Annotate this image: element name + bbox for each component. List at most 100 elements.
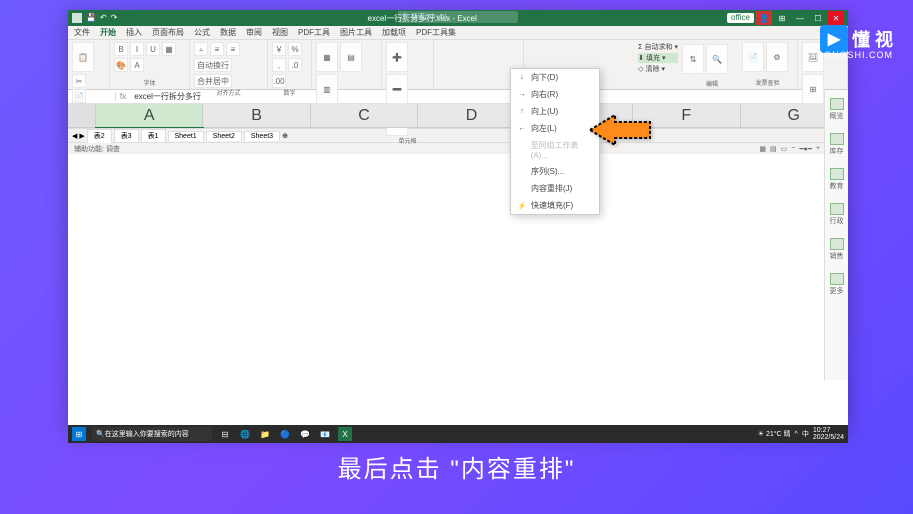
- merge-button[interactable]: 合并居中: [194, 74, 232, 88]
- start-button[interactable]: ⊞: [72, 427, 86, 441]
- sheet-tabs: ◀ ▶ 表2 表3 表1 Sheet1 Sheet2 Sheet3 ⊕: [68, 128, 848, 142]
- ime-icon[interactable]: 中: [802, 429, 809, 439]
- decimal-dec-icon[interactable]: .00: [272, 74, 286, 88]
- sheet-tab[interactable]: 表1: [141, 129, 166, 142]
- undo-icon[interactable]: ↶: [100, 13, 107, 23]
- currency-icon[interactable]: ￥: [272, 42, 286, 56]
- clock-time[interactable]: 10:27: [813, 427, 844, 434]
- fill-down[interactable]: ↓向下(D): [511, 69, 599, 86]
- excel-taskbar-icon[interactable]: X: [338, 427, 352, 441]
- topdf-button[interactable]: 📄: [742, 42, 764, 72]
- bold-icon[interactable]: B: [114, 42, 128, 56]
- menu-formula[interactable]: 公式: [194, 27, 210, 38]
- fill-button[interactable]: ⬇ 填充 ▾: [638, 53, 678, 63]
- weather-widget[interactable]: ☀ 21°C 晴: [758, 429, 791, 439]
- pdfset-button[interactable]: ⚙: [766, 42, 788, 72]
- menu-pdfset[interactable]: PDF工具集: [416, 27, 456, 38]
- clear-button[interactable]: ◇ 清除 ▾: [638, 64, 678, 74]
- fontcolor-icon[interactable]: A: [130, 58, 144, 72]
- wrap-button[interactable]: 自动换行: [194, 58, 232, 72]
- select-all-corner[interactable]: [68, 104, 96, 128]
- fillcolor-icon[interactable]: 🎨: [114, 58, 128, 72]
- menu-insert[interactable]: 插入: [126, 27, 142, 38]
- sheet-nav-prev-icon[interactable]: ◀: [72, 132, 77, 140]
- col-header-b[interactable]: B: [203, 104, 310, 127]
- minimize-icon[interactable]: —: [792, 11, 808, 25]
- side-overview[interactable]: 概览: [830, 98, 844, 121]
- fill-right[interactable]: →向右(R): [511, 86, 599, 103]
- autosum-button[interactable]: Σ 自动求和 ▾: [638, 42, 678, 52]
- sheet-tab[interactable]: Sheet1: [168, 131, 204, 141]
- underline-icon[interactable]: U: [146, 42, 160, 56]
- side-edu[interactable]: 教育: [830, 168, 844, 191]
- view-layout-icon[interactable]: ▤: [770, 145, 777, 153]
- menu-file[interactable]: 文件: [74, 27, 90, 38]
- align-left-icon[interactable]: ≡: [226, 42, 240, 56]
- col-header-a[interactable]: A: [96, 104, 203, 127]
- paste-button[interactable]: 📋: [72, 42, 94, 72]
- zoom-in-icon[interactable]: +: [816, 145, 820, 152]
- tray-up-icon[interactable]: ^: [795, 431, 798, 438]
- menu-layout[interactable]: 页面布局: [152, 27, 184, 38]
- border-icon[interactable]: ▦: [162, 42, 176, 56]
- percent-icon[interactable]: %: [288, 42, 302, 56]
- sheet-tab[interactable]: Sheet2: [206, 131, 242, 141]
- condformat-button[interactable]: ▦: [316, 42, 338, 72]
- new-sheet-icon[interactable]: ⊕: [282, 132, 288, 140]
- ribbon-options-icon[interactable]: ⊞: [774, 11, 790, 25]
- maximize-icon[interactable]: ☐: [810, 11, 826, 25]
- wechat-icon[interactable]: 💬: [298, 427, 312, 441]
- cellstyle-button[interactable]: ▥: [316, 74, 338, 104]
- fill-series[interactable]: 序列(S)...: [511, 163, 599, 180]
- app-icon[interactable]: 📧: [318, 427, 332, 441]
- view-break-icon[interactable]: ▭: [781, 145, 788, 153]
- zoom-out-icon[interactable]: −: [791, 145, 795, 152]
- task-view-icon[interactable]: ⊟: [218, 427, 232, 441]
- menu-addin[interactable]: 加载项: [382, 27, 406, 38]
- copy-icon[interactable]: 📄: [72, 89, 86, 103]
- cut-icon[interactable]: ✂: [72, 74, 86, 88]
- chrome-icon[interactable]: 🔵: [278, 427, 292, 441]
- arrow-left-icon: ←: [517, 124, 527, 134]
- comma-icon[interactable]: ,: [272, 58, 286, 72]
- user-icon[interactable]: 👤: [756, 11, 772, 25]
- redo-icon[interactable]: ↷: [111, 13, 118, 23]
- menu-pdf[interactable]: PDF工具: [298, 27, 330, 38]
- zoom-slider[interactable]: ━●━: [799, 145, 812, 153]
- clock-date[interactable]: 2022/5/24: [813, 434, 844, 441]
- align-top-icon[interactable]: ⫠: [194, 42, 208, 56]
- menu-data[interactable]: 数据: [220, 27, 236, 38]
- menu-pic[interactable]: 图片工具: [340, 27, 372, 38]
- sheet-tab[interactable]: 表3: [114, 129, 139, 142]
- save-icon[interactable]: 💾: [86, 13, 96, 23]
- view-normal-icon[interactable]: ▦: [759, 145, 766, 153]
- col-header-c[interactable]: C: [311, 104, 418, 127]
- menu-home[interactable]: 开始: [100, 27, 116, 38]
- find-button[interactable]: 🔍: [706, 44, 728, 74]
- side-more[interactable]: 更多: [830, 273, 844, 296]
- edge-icon[interactable]: 🌐: [238, 427, 252, 441]
- search-box[interactable]: 🔍 搜索(Alt+Q): [398, 11, 518, 23]
- sheet-nav-next-icon[interactable]: ▶: [79, 132, 84, 140]
- italic-icon[interactable]: I: [130, 42, 144, 56]
- close-icon[interactable]: ✕: [828, 11, 844, 25]
- picmore-button[interactable]: ⊞: [802, 74, 824, 104]
- delete-button[interactable]: ➖: [386, 74, 408, 104]
- flash-fill[interactable]: ⚡快速填充(F): [511, 197, 599, 214]
- insert-button[interactable]: ➕: [386, 42, 408, 72]
- fx-icon[interactable]: fx: [116, 92, 130, 101]
- tableformat-button[interactable]: ▤: [340, 42, 362, 72]
- search-taskbar[interactable]: 🔍 在这里输入你要搜索的内容: [92, 427, 212, 441]
- side-inventory[interactable]: 库存: [830, 133, 844, 156]
- side-admin[interactable]: 行政: [830, 203, 844, 226]
- explorer-icon[interactable]: 📁: [258, 427, 272, 441]
- fill-justify[interactable]: 内容重排(J): [511, 180, 599, 197]
- align-mid-icon[interactable]: ≡: [210, 42, 224, 56]
- sheet-tab[interactable]: 表2: [87, 129, 112, 143]
- decimal-inc-icon[interactable]: .0: [288, 58, 302, 72]
- menu-view[interactable]: 视图: [272, 27, 288, 38]
- side-sales[interactable]: 销售: [830, 238, 844, 261]
- sort-button[interactable]: ⇅: [682, 44, 704, 74]
- menu-review[interactable]: 审阅: [246, 27, 262, 38]
- sheet-tab[interactable]: Sheet3: [244, 131, 280, 141]
